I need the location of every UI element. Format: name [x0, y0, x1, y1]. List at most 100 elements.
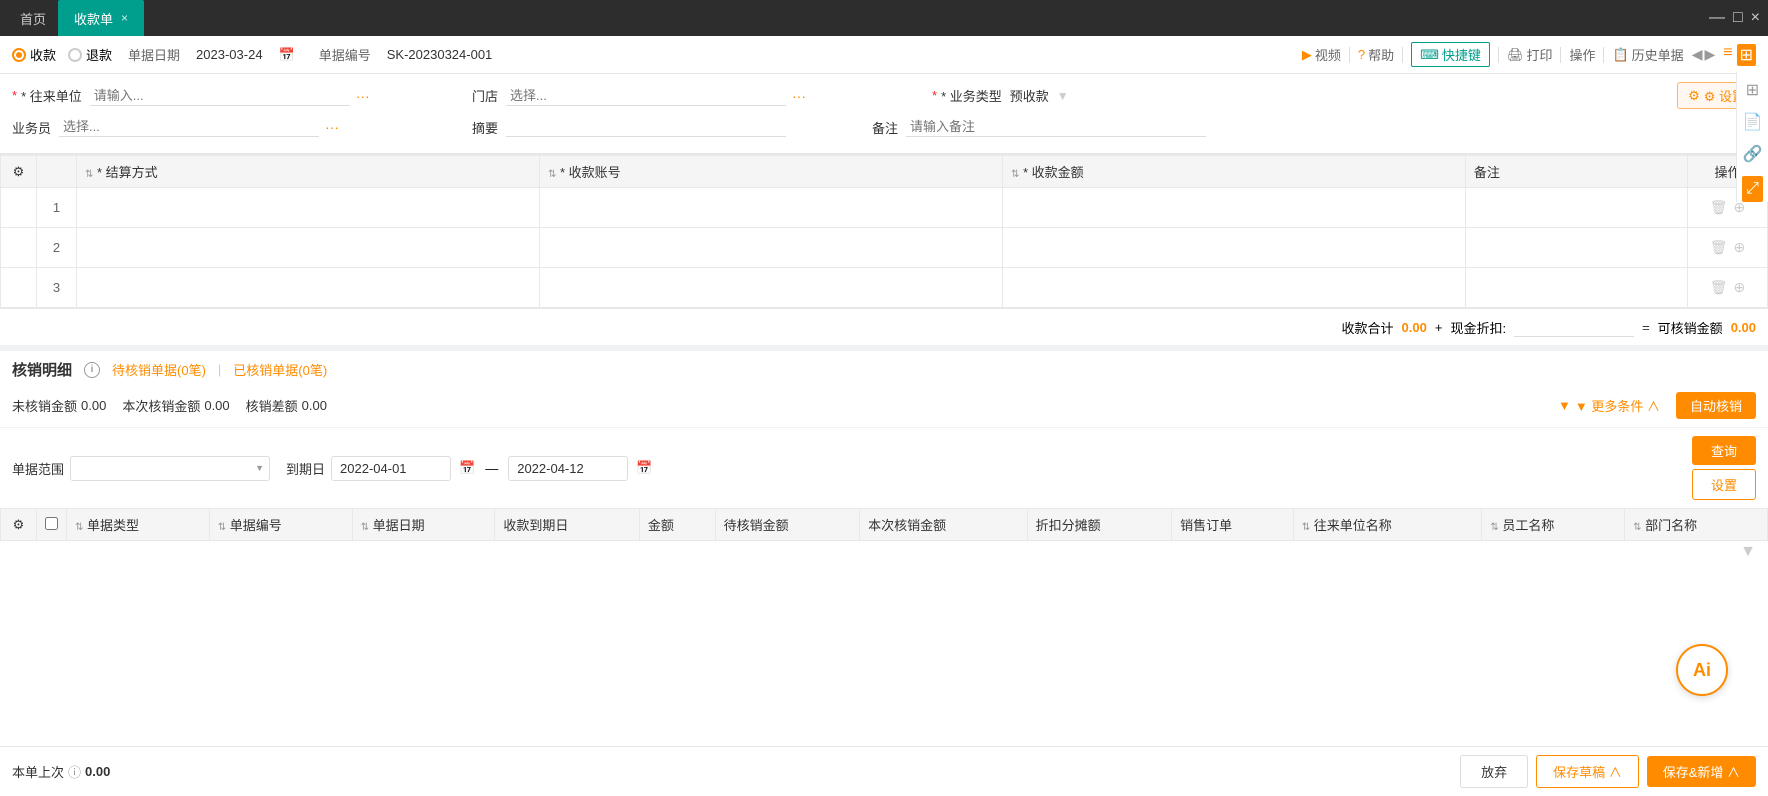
summary-label: 摘要: [472, 118, 498, 137]
bottom-col-gear[interactable]: ⚙: [1, 509, 37, 541]
col-gear[interactable]: ⚙: [1, 156, 37, 188]
bottom-bar: 本单上次 ⓘ 0.00 放弃 保存草稿 ∧ 保存&新增 ∧: [0, 746, 1768, 796]
due-date-from-input[interactable]: [331, 456, 451, 481]
list-view-icon[interactable]: ≡: [1723, 44, 1732, 66]
discard-btn[interactable]: 放弃: [1460, 755, 1528, 788]
window-min-icon[interactable]: —: [1709, 9, 1725, 27]
doc-icon[interactable]: 📄: [1743, 112, 1763, 132]
sort-icon-no: ⇅: [218, 522, 226, 533]
bottom-col-checkbox[interactable]: [37, 509, 67, 541]
gear-icon: ⚙: [1688, 88, 1700, 104]
ai-button[interactable]: Ai: [1676, 644, 1728, 696]
window-close-icon[interactable]: ×: [1751, 9, 1760, 27]
row-amount-1[interactable]: [1002, 188, 1465, 228]
row-settle-2[interactable]: [77, 228, 540, 268]
delete-icon-3[interactable]: 🗑: [1710, 279, 1728, 296]
row-settle-3[interactable]: [77, 268, 540, 308]
video-action[interactable]: ▶ 视频: [1302, 45, 1341, 64]
biz-type-dropdown-icon[interactable]: ▼: [1057, 89, 1069, 103]
tab-close-icon[interactable]: ×: [121, 11, 128, 25]
radio-refund[interactable]: 退款: [68, 45, 112, 64]
row-amount-3[interactable]: [1002, 268, 1465, 308]
bottom-col-current: 本次核销金额: [860, 509, 1027, 541]
done-tab[interactable]: 已核销单据(0笔): [233, 360, 327, 379]
staff-field: 业务员 ···: [12, 117, 432, 137]
row-remark-2[interactable]: [1465, 228, 1687, 268]
filter-set-btn[interactable]: 设置: [1692, 469, 1756, 500]
required-star-biz: *: [932, 88, 937, 103]
shortcut-label: 快捷键: [1442, 45, 1481, 64]
bottom-col-dept: ⇅ 部门名称: [1625, 509, 1768, 541]
delete-icon-1[interactable]: 🗑: [1710, 199, 1728, 216]
current-stat: 本次核销金额 0.00: [122, 396, 229, 415]
row-account-2[interactable]: [539, 228, 1002, 268]
cal-to-icon[interactable]: 📅: [636, 460, 652, 476]
row-remark-3[interactable]: [1465, 268, 1687, 308]
main-area: 收款 退款 单据日期 2023-03-24 📅 单据编号 SK-20230324…: [0, 36, 1768, 796]
pending-tab[interactable]: 待核销单据(0笔): [112, 360, 206, 379]
calendar-icon[interactable]: 📅: [279, 47, 295, 63]
prev-arrow-icon[interactable]: ◀: [1692, 46, 1703, 63]
home-tab[interactable]: 首页: [8, 9, 58, 28]
shortcut-btn[interactable]: ⌨ 快捷键: [1411, 42, 1490, 67]
save-btn[interactable]: 保存&新增 ∧: [1647, 756, 1756, 787]
copy-icon-3[interactable]: ⊕: [1734, 279, 1746, 296]
shortcut-icon: ⌨: [1420, 47, 1439, 63]
remark-input[interactable]: [906, 117, 1206, 137]
receipt-tab[interactable]: 收款单 ×: [58, 0, 144, 36]
next-value: 0.00: [85, 764, 110, 779]
history-action[interactable]: 📋 历史单据: [1612, 45, 1683, 64]
bottom-left: 本单上次 ⓘ 0.00: [12, 762, 110, 781]
link-icon[interactable]: 🔗: [1743, 144, 1763, 164]
grid-view-icon[interactable]: ⊞: [1737, 44, 1756, 66]
help-action[interactable]: ? 帮助: [1358, 45, 1394, 64]
shop-more-btn[interactable]: ···: [792, 88, 806, 104]
receipt-table-area: ⚙ ⇅ * 结算方式 ⇅ * 收款账号 ⇅ * 收款金额: [0, 154, 1768, 345]
col-account-header: ⇅ * 收款账号: [539, 156, 1002, 188]
sort-icon-staff: ⇅: [1490, 522, 1498, 533]
query-btn[interactable]: 查询: [1692, 436, 1756, 465]
sort-icon-settle: ⇅: [85, 169, 93, 180]
history-icon: 📋: [1612, 47, 1628, 63]
writeoff-section-header: 核销明细 i 待核销单据(0笔) | 已核销单据(0笔): [0, 345, 1768, 388]
auto-writeoff-btn[interactable]: 自动核销: [1676, 392, 1756, 419]
radio-circle-receipt: [12, 48, 26, 62]
due-date-to-input[interactable]: [508, 456, 628, 481]
shop-input[interactable]: [506, 86, 786, 106]
available-label: 可核销金额: [1658, 318, 1723, 337]
form-body: * * 往来单位 ··· 门店 ··· * * 业务类型 预收款 ▼ ⚙ ⚙: [0, 74, 1768, 154]
draft-btn[interactable]: 保存草稿 ∧: [1536, 755, 1639, 788]
print-action[interactable]: 🖨 打印: [1507, 45, 1553, 64]
partner-input[interactable]: [90, 86, 350, 106]
discount-input[interactable]: [1514, 317, 1634, 337]
staff-more-btn[interactable]: ···: [325, 119, 339, 135]
partner-more-btn[interactable]: ···: [356, 88, 370, 104]
sort-icon-type: ⇅: [75, 522, 83, 533]
range-select[interactable]: [70, 456, 270, 481]
staff-input[interactable]: [59, 117, 319, 137]
operation-action[interactable]: 操作: [1569, 45, 1595, 64]
select-all-checkbox[interactable]: [45, 517, 58, 530]
row-remark-1[interactable]: [1465, 188, 1687, 228]
radio-receipt[interactable]: 收款: [12, 45, 56, 64]
summary-input[interactable]: [506, 117, 786, 137]
writeoff-info-icon[interactable]: i: [84, 362, 100, 378]
row-gear-3: [1, 268, 37, 308]
sort-icon-partner: ⇅: [1302, 522, 1310, 533]
row-account-3[interactable]: [539, 268, 1002, 308]
window-max-icon[interactable]: □: [1733, 9, 1743, 27]
copy-icon-2[interactable]: ⊕: [1734, 239, 1746, 256]
range-filter-field: 单据范围: [12, 456, 270, 481]
more-conditions-btn[interactable]: ▼ ▼ 更多条件 ∧: [1558, 396, 1660, 415]
table-icon[interactable]: ⊞: [1746, 80, 1759, 100]
next-arrow-icon[interactable]: ▶: [1704, 46, 1715, 63]
info-icon-bottom[interactable]: ⓘ: [68, 762, 81, 781]
expand-icon[interactable]: ⤢: [1742, 176, 1763, 202]
row-account-1[interactable]: [539, 188, 1002, 228]
cal-from-icon[interactable]: 📅: [459, 460, 475, 476]
scroll-down-icon[interactable]: ▼: [1740, 543, 1756, 561]
delete-icon-2[interactable]: 🗑: [1710, 239, 1728, 256]
row-settle-1[interactable]: [77, 188, 540, 228]
bottom-col-date: ⇅ 单据日期: [352, 509, 495, 541]
row-amount-2[interactable]: [1002, 228, 1465, 268]
